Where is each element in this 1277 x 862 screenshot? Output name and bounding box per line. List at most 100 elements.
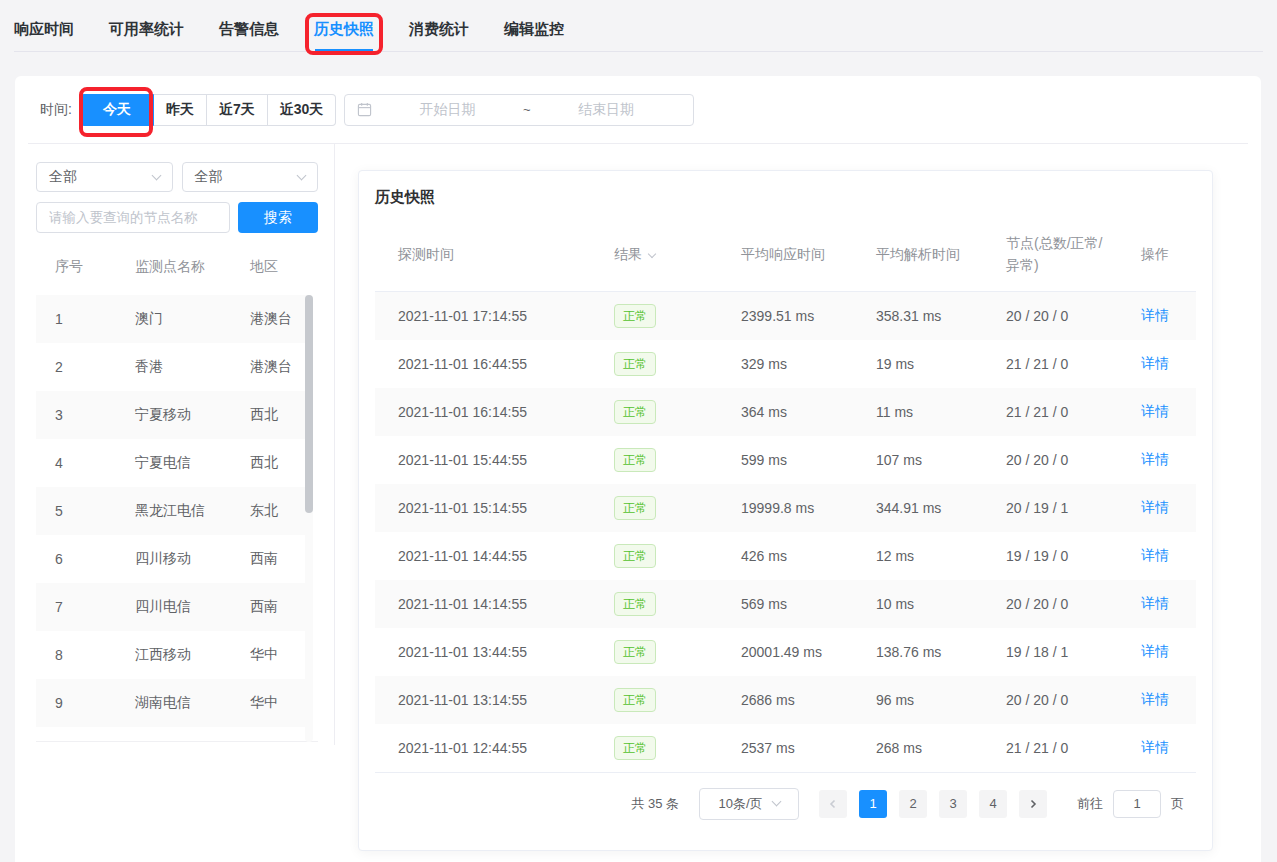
detail-link-inner[interactable]: 详情	[1141, 547, 1169, 563]
detail-link-inner[interactable]: 详情	[1141, 643, 1169, 659]
detail-link[interactable]: 详情	[1118, 451, 1196, 469]
node-row[interactable]: 1澳门港澳台	[36, 295, 310, 343]
probe-time: 2021-11-01 13:44:55	[375, 644, 591, 660]
probe-time: 2021-11-01 14:44:55	[375, 548, 591, 564]
node-counts: 19 / 18 / 1	[983, 644, 1118, 660]
avg-resolve-time: 11 ms	[853, 404, 983, 420]
page-size-select[interactable]: 10条/页	[699, 788, 799, 820]
snapshot-row: 2021-11-01 13:14:55正常2686 ms96 ms20 / 20…	[375, 676, 1196, 724]
detail-link-inner[interactable]: 详情	[1141, 355, 1169, 371]
node-counts: 20 / 19 / 1	[983, 500, 1118, 516]
tab-edit-monitor[interactable]: 编辑监控	[504, 20, 564, 51]
snapshot-row: 2021-11-01 15:14:55正常19999.8 ms344.91 ms…	[375, 484, 1196, 532]
node-index: 7	[55, 599, 135, 615]
end-date-placeholder[interactable]: 结束日期	[531, 101, 682, 119]
sort-caret-icon[interactable]	[648, 250, 656, 258]
page-button-2[interactable]: 2	[899, 790, 927, 818]
node-region: 东北	[250, 502, 310, 520]
detail-link-inner[interactable]: 详情	[1141, 403, 1169, 419]
snapshot-row: 2021-11-01 17:14:55正常2399.51 ms358.31 ms…	[375, 292, 1196, 340]
tab-availability-stats[interactable]: 可用率统计	[109, 20, 184, 51]
tab-history-snapshot[interactable]: 历史快照	[314, 20, 374, 51]
avg-response-time: 2537 ms	[718, 740, 853, 756]
avg-response-time: 569 ms	[718, 596, 853, 612]
page-button-4[interactable]: 4	[979, 790, 1007, 818]
avg-resolve-time: 107 ms	[853, 452, 983, 468]
page-button-3[interactable]: 3	[939, 790, 967, 818]
avg-response-time: 329 ms	[718, 356, 853, 372]
node-row[interactable]: 4宁夏电信西北	[36, 439, 310, 487]
status-badge-inner: 正常	[614, 496, 656, 520]
total-count: 共 35 条	[631, 795, 679, 813]
time-filter-row: 时间: 今天昨天近7天近30天 开始日期 ~ 结束日期	[28, 76, 1248, 144]
node-name: 四川电信	[135, 598, 250, 616]
snapshot-col-3: 平均解析时间	[853, 243, 983, 265]
node-row[interactable]: 5黑龙江电信东北	[36, 487, 310, 535]
chevron-left-icon	[828, 799, 838, 809]
status-badge: 正常	[591, 544, 718, 568]
search-button[interactable]: 搜索	[238, 202, 318, 233]
goto-page-input[interactable]	[1113, 790, 1161, 818]
page-button-1[interactable]: 1	[859, 790, 887, 818]
detail-link[interactable]: 详情	[1118, 691, 1196, 709]
node-filter-select-2[interactable]: 全部	[182, 162, 319, 192]
node-col-2: 地区	[250, 258, 318, 276]
probe-time: 2021-11-01 14:14:55	[375, 596, 591, 612]
node-row[interactable]: 2香港港澳台	[36, 343, 310, 391]
scrollbar-track[interactable]	[305, 295, 313, 742]
node-name: 宁夏移动	[135, 406, 250, 424]
node-index: 5	[55, 503, 135, 519]
node-region: 西南	[250, 598, 310, 616]
detail-link[interactable]: 详情	[1118, 547, 1196, 565]
detail-link[interactable]: 详情	[1118, 643, 1196, 661]
next-page-button[interactable]	[1019, 790, 1047, 818]
snapshot-col-1[interactable]: 结果	[591, 243, 718, 265]
range-last7days[interactable]: 近7天	[207, 94, 268, 126]
detail-link-inner[interactable]: 详情	[1141, 307, 1169, 323]
detail-link[interactable]: 详情	[1118, 595, 1196, 613]
start-date-placeholder[interactable]: 开始日期	[372, 101, 523, 119]
node-row[interactable]: 8江西移动华中	[36, 631, 310, 679]
node-region: 华中	[250, 646, 310, 664]
detail-link[interactable]: 详情	[1118, 307, 1196, 325]
node-row[interactable]: 7四川电信西南	[36, 583, 310, 631]
node-name: 湖南电信	[135, 694, 250, 712]
date-range-picker[interactable]: 开始日期 ~ 结束日期	[344, 94, 694, 126]
detail-link[interactable]: 详情	[1118, 739, 1196, 757]
range-today[interactable]: 今天	[80, 94, 154, 126]
avg-response-time: 426 ms	[718, 548, 853, 564]
content-panel: 时间: 今天昨天近7天近30天 开始日期 ~ 结束日期 全部 全部	[15, 76, 1261, 862]
detail-link-inner[interactable]: 详情	[1141, 499, 1169, 515]
detail-link[interactable]: 详情	[1118, 403, 1196, 421]
node-row[interactable]: 9湖南电信华中	[36, 679, 310, 727]
probe-time: 2021-11-01 12:44:55	[375, 740, 591, 756]
node-filter-select-1[interactable]: 全部	[36, 162, 173, 192]
range-yesterday[interactable]: 昨天	[154, 94, 207, 126]
detail-link-inner[interactable]: 详情	[1141, 691, 1169, 707]
node-row[interactable]: 3宁夏移动西北	[36, 391, 310, 439]
detail-link-inner[interactable]: 详情	[1141, 451, 1169, 467]
node-region: 港澳台	[250, 358, 310, 376]
detail-link[interactable]: 详情	[1118, 355, 1196, 373]
node-row[interactable]: 6四川移动西南	[36, 535, 310, 583]
scrollbar-thumb[interactable]	[305, 295, 313, 513]
status-badge: 正常	[591, 304, 718, 328]
page-word: 页	[1171, 795, 1184, 813]
detail-link-inner[interactable]: 详情	[1141, 739, 1169, 755]
snapshot-table-body: 2021-11-01 17:14:55正常2399.51 ms358.31 ms…	[375, 292, 1196, 772]
node-search-input[interactable]	[36, 202, 230, 233]
tab-consumption-stats[interactable]: 消费统计	[409, 20, 469, 51]
detail-link[interactable]: 详情	[1118, 499, 1196, 517]
detail-link-inner[interactable]: 详情	[1141, 595, 1169, 611]
node-index: 6	[55, 551, 135, 567]
tab-response-time[interactable]: 响应时间	[14, 20, 74, 51]
node-index: 1	[55, 311, 135, 327]
snapshot-row: 2021-11-01 13:44:55正常20001.49 ms138.76 m…	[375, 628, 1196, 676]
tab-alarm-info[interactable]: 告警信息	[219, 20, 279, 51]
prev-page-button[interactable]	[819, 790, 847, 818]
node-name: 香港	[135, 358, 250, 376]
node-region: 西南	[250, 550, 310, 568]
range-last30days[interactable]: 近30天	[268, 94, 337, 126]
avg-response-time: 19999.8 ms	[718, 500, 853, 516]
avg-resolve-time: 12 ms	[853, 548, 983, 564]
